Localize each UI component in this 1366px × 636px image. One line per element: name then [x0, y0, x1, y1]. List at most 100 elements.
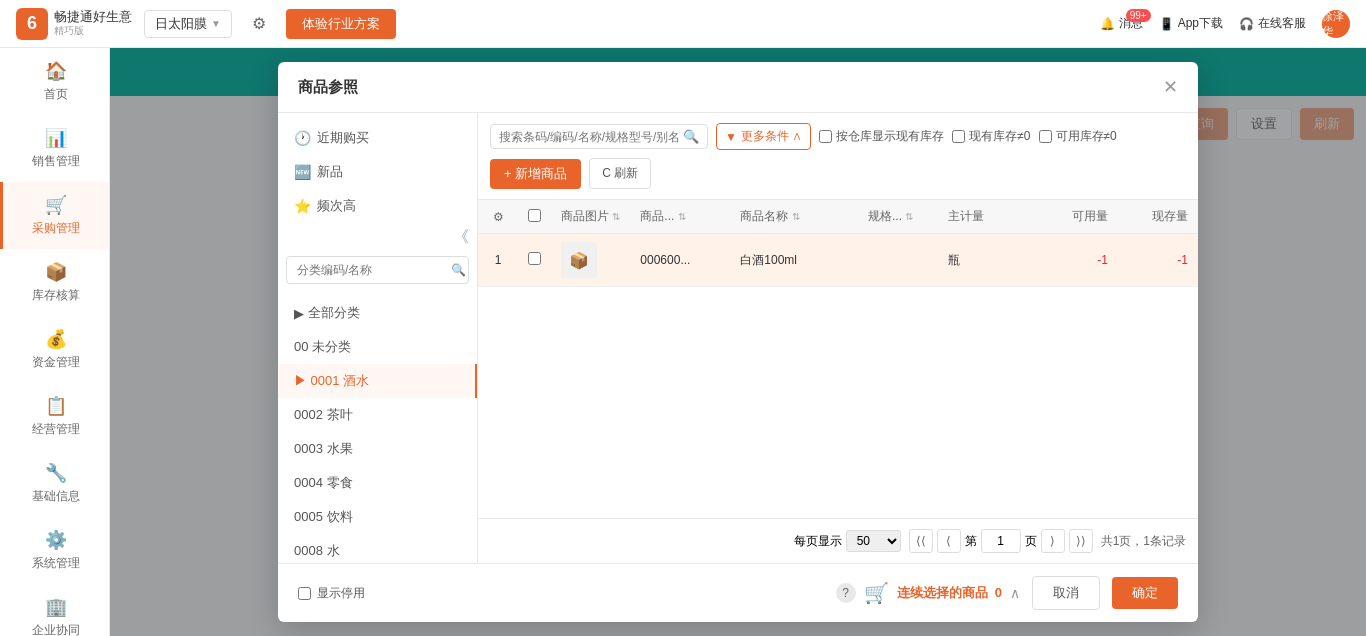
nav-dropdown[interactable]: 日太阳膜 ▼ [144, 10, 232, 38]
cart-icon: 🛒 [864, 581, 889, 605]
modal-body: 🕐 近期购买 🆕 新品 ⭐ 频次高 《 [278, 113, 1198, 563]
last-page-button[interactable]: ⟩⟩ [1069, 529, 1093, 553]
warehouse-stock-checkbox[interactable]: 按仓库显示现有库存 [819, 128, 944, 145]
product-search-box[interactable]: 🔍 [490, 124, 708, 149]
prev-page-button[interactable]: ⟨ [937, 529, 961, 553]
per-page-select[interactable]: 10 20 50 100 [846, 530, 901, 552]
layout: 🏠 首页 📊 销售管理 🛒 采购管理 📦 库存核算 💰 资金管理 📋 经营管理 … [0, 48, 1366, 636]
logo-icon: 6 [16, 8, 48, 40]
modal-header: 商品参照 ✕ [278, 62, 1198, 113]
filter-icon: ▼ [725, 130, 737, 144]
cart-info: ? 🛒 连续选择的商品 0 ∧ [836, 581, 1020, 605]
avatar: 徐泽华 [1322, 10, 1350, 38]
collapse-cart-button[interactable]: ∧ [1010, 585, 1020, 601]
new-product-item[interactable]: 🆕 新品 [278, 155, 477, 189]
category-item-00[interactable]: 00 未分类 [278, 330, 477, 364]
row-checkbox[interactable] [528, 252, 541, 265]
sidebar-item-operations[interactable]: 📋 经营管理 [0, 383, 109, 450]
show-disabled-checkbox[interactable]: 显示停用 [298, 585, 365, 602]
row-checkbox-cell [518, 234, 551, 287]
product-stock-cell: -1 [1118, 234, 1198, 287]
user-profile[interactable]: 徐泽华 [1322, 10, 1350, 38]
sidebar-item-purchase[interactable]: 🛒 采购管理 [0, 182, 109, 249]
product-search-input[interactable] [499, 130, 679, 144]
product-spec-cell [858, 234, 938, 287]
sort-icon: ⇅ [905, 211, 913, 222]
per-page-selector: 每页显示 10 20 50 100 [794, 530, 901, 552]
category-all[interactable]: ▶ 全部分类 [278, 296, 477, 330]
product-name-cell: 白酒100ml [730, 234, 858, 287]
home-icon: 🏠 [45, 60, 67, 82]
col-name[interactable]: 商品名称 ⇅ [730, 200, 858, 234]
col-spec[interactable]: 规格... ⇅ [858, 200, 938, 234]
product-thumbnail: 📦 [561, 242, 597, 278]
col-image[interactable]: 商品图片 ⇅ [551, 200, 630, 234]
col-avail: 可用量 [1018, 200, 1118, 234]
inventory-icon: 📦 [45, 261, 67, 283]
col-settings[interactable]: ⚙ [478, 200, 518, 234]
logo-badge: 精巧版 [54, 24, 132, 38]
system-icon: ⚙️ [45, 529, 67, 551]
phone-icon: 📱 [1159, 17, 1174, 31]
product-unit-cell: 瓶 [938, 234, 1018, 287]
next-page-button[interactable]: ⟩ [1041, 529, 1065, 553]
add-product-button[interactable]: + 新增商品 [490, 159, 581, 189]
product-avail-cell: -1 [1018, 234, 1118, 287]
sidebar-item-basic-info[interactable]: 🔧 基础信息 [0, 450, 109, 517]
page-number-input[interactable] [981, 529, 1021, 553]
product-table: ⚙ 商品图片 ⇅ [478, 200, 1198, 287]
category-item-0008[interactable]: 0008 水 [278, 534, 477, 563]
first-page-button[interactable]: ⟨⟨ [909, 529, 933, 553]
operations-icon: 📋 [45, 395, 67, 417]
enterprise-icon: 🏢 [45, 596, 67, 618]
refresh-button[interactable]: C 刷新 [589, 158, 651, 189]
available-stock-checkbox[interactable]: 可用库存≠0 [1039, 128, 1117, 145]
search-icon[interactable]: 🔍 [683, 129, 699, 144]
product-image-cell: 📦 [551, 234, 630, 287]
sidebar-item-inventory[interactable]: 📦 库存核算 [0, 249, 109, 316]
col-unit[interactable]: 主计量 [938, 200, 1018, 234]
navbar: 6 畅捷通好生意 精巧版 日太阳膜 ▼ ⚙ 体验行业方案 🔔 消息 99+ 📱 … [0, 0, 1366, 48]
cancel-button[interactable]: 取消 [1032, 576, 1100, 610]
help-icon[interactable]: ? [836, 583, 856, 603]
modal-close-button[interactable]: ✕ [1163, 76, 1178, 98]
current-stock-checkbox[interactable]: 现有库存≠0 [952, 128, 1030, 145]
category-search-input[interactable] [297, 263, 447, 277]
category-item-0005[interactable]: 0005 饮料 [278, 500, 477, 534]
more-filters-button[interactable]: ▼ 更多条件 ∧ [716, 123, 811, 150]
chevron-down-icon: ▼ [211, 18, 221, 29]
finance-icon: 💰 [45, 328, 67, 350]
row-index: 1 [478, 234, 518, 287]
select-all-checkbox[interactable] [528, 209, 541, 222]
category-item-0003[interactable]: 0003 水果 [278, 432, 477, 466]
modal-footer: 显示停用 ? 🛒 连续选择的商品 0 ∧ 取消 确定 [278, 563, 1198, 622]
sidebar-item-finance[interactable]: 💰 资金管理 [0, 316, 109, 383]
sidebar-item-system[interactable]: ⚙️ 系统管理 [0, 517, 109, 584]
purchase-icon: 🛒 [45, 194, 67, 216]
recent-purchase-item[interactable]: 🕐 近期购买 [278, 121, 477, 155]
left-panel: 🕐 近期购买 🆕 新品 ⭐ 频次高 《 [278, 113, 478, 563]
category-search-box[interactable]: 🔍 [286, 256, 469, 284]
clock-icon: 🕐 [294, 130, 311, 146]
messages-link[interactable]: 🔔 消息 99+ [1100, 15, 1143, 32]
category-item-0001[interactable]: ▶ 0001 酒水 [278, 364, 477, 398]
customer-service-link[interactable]: 🎧 在线客服 [1239, 15, 1306, 32]
app-download-link[interactable]: 📱 App下载 [1159, 15, 1223, 32]
collapse-panel-button[interactable]: 《 [453, 227, 469, 248]
sales-icon: 📊 [45, 127, 67, 149]
col-code[interactable]: 商品... ⇅ [630, 200, 730, 234]
sort-icon: ⇅ [678, 211, 686, 222]
frequent-item[interactable]: ⭐ 频次高 [278, 189, 477, 223]
pagination: 每页显示 10 20 50 100 ⟨⟨ ⟨ [478, 518, 1198, 563]
category-item-0002[interactable]: 0002 茶叶 [278, 398, 477, 432]
trial-button[interactable]: 体验行业方案 [286, 9, 396, 39]
table-row[interactable]: 1 📦 [478, 234, 1198, 287]
confirm-button[interactable]: 确定 [1112, 577, 1178, 609]
sidebar-item-home[interactable]: 🏠 首页 [0, 48, 109, 115]
category-item-0004[interactable]: 0004 零食 [278, 466, 477, 500]
sidebar-item-enterprise[interactable]: 🏢 企业协同 [0, 584, 109, 636]
settings-icon[interactable]: ⚙ [244, 9, 274, 39]
headset-icon: 🎧 [1239, 17, 1254, 31]
sidebar-item-sales[interactable]: 📊 销售管理 [0, 115, 109, 182]
arrow-right-icon: ▶ [294, 306, 304, 321]
